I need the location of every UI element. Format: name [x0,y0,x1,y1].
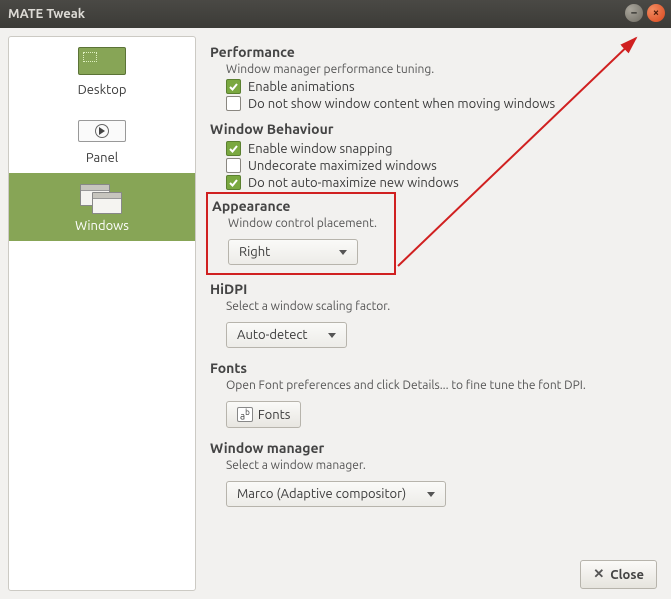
hidpi-desc: Select a window scaling factor. [226,300,657,313]
check-no-content-move[interactable]: Do not show window content when moving w… [226,96,657,111]
checkbox-icon [226,158,241,173]
footer: ✕ Close [580,560,657,589]
wm-desc: Select a window manager. [226,459,657,472]
combo-value: Right [239,245,270,259]
button-label: Fonts [258,408,291,422]
checkbox-icon [226,141,241,156]
performance-desc: Window manager performance tuning. [226,63,657,76]
appearance-combo[interactable]: Right [228,239,358,265]
window-title: MATE Tweak [8,7,85,21]
fonts-button[interactable]: ab Fonts [226,401,301,428]
sidebar-item-label: Desktop [78,83,127,97]
check-label: Do not show window content when moving w… [248,97,555,111]
check-enable-animations[interactable]: Enable animations [226,79,657,94]
titlebar: MATE Tweak – × [0,0,671,28]
check-label: Enable animations [248,80,355,94]
panel-icon [78,115,126,147]
check-no-automax[interactable]: Do not auto-maximize new windows [226,175,657,190]
sidebar-item-label: Windows [75,219,129,233]
section-hidpi: HiDPI [210,281,657,297]
section-fonts: Fonts [210,360,657,376]
close-label: Close [610,568,644,582]
sidebar: Desktop Panel Windows [8,36,196,591]
chevron-down-icon [339,250,347,255]
check-snapping[interactable]: Enable window snapping [226,141,657,156]
check-undecorate[interactable]: Undecorate maximized windows [226,158,657,173]
chevron-down-icon [427,492,435,497]
check-label: Do not auto-maximize new windows [248,176,459,190]
hidpi-combo[interactable]: Auto-detect [226,322,347,348]
appearance-highlight: Appearance Window control placement. Rig… [206,192,396,275]
section-wm: Window manager [210,440,657,456]
check-label: Undecorate maximized windows [248,159,437,173]
section-appearance: Appearance [212,198,386,214]
font-icon: ab [237,407,253,422]
combo-value: Marco (Adaptive compositor) [237,487,406,501]
close-icon: ✕ [593,567,604,582]
desktop-icon [78,47,126,79]
appearance-desc: Window control placement. [228,217,386,230]
check-label: Enable window snapping [248,142,393,156]
sidebar-item-label: Panel [86,151,118,165]
checkbox-icon [226,79,241,94]
checkbox-icon [226,96,241,111]
window-controls: – × [625,4,665,22]
sidebar-item-windows[interactable]: Windows [9,173,195,241]
sidebar-item-desktop[interactable]: Desktop [9,37,195,105]
app-body: Desktop Panel Windows Performance Window… [0,28,671,599]
minimize-button[interactable]: – [625,4,643,22]
chevron-down-icon [328,333,336,338]
main-panel: Performance Window manager performance t… [204,36,663,591]
fonts-desc: Open Font preferences and click Details.… [226,379,657,392]
wm-combo[interactable]: Marco (Adaptive compositor) [226,481,446,507]
window-close-button[interactable]: × [647,4,665,22]
close-button[interactable]: ✕ Close [580,560,657,589]
windows-icon [78,183,126,215]
combo-value: Auto-detect [237,328,308,342]
section-performance: Performance [210,44,657,60]
sidebar-item-panel[interactable]: Panel [9,105,195,173]
section-behaviour: Window Behaviour [210,121,657,137]
checkbox-icon [226,175,241,190]
